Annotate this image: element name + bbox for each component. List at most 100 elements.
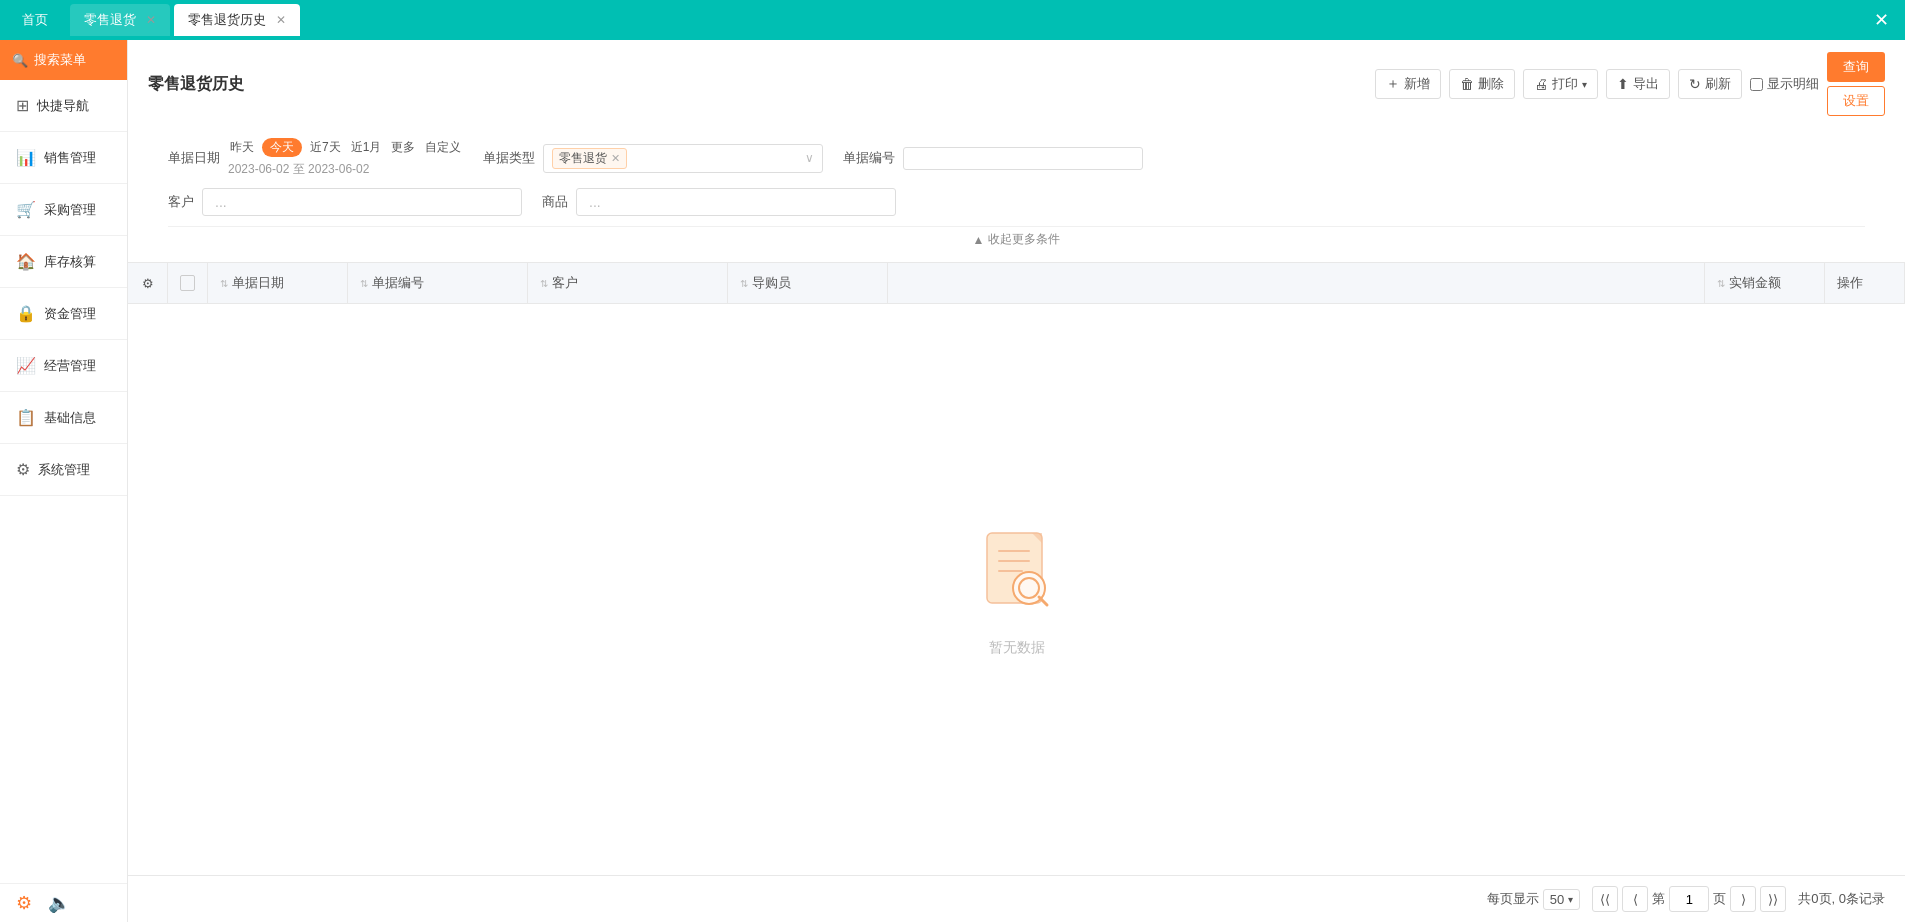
sidebar-item-inventory[interactable]: 🏠 库存核算	[0, 236, 127, 288]
print-label: 打印	[1552, 75, 1578, 93]
tab-retail-return[interactable]: 零售退货 ✕	[70, 4, 170, 36]
volume-icon[interactable]: 🔈	[48, 892, 70, 914]
th-voucher-label: 单据编号	[372, 274, 424, 292]
th-settings[interactable]: ⚙	[128, 263, 168, 303]
voucher-type-tag-box[interactable]: 零售退货 ✕ ∨	[543, 144, 823, 173]
voucher-no-label: 单据编号	[843, 149, 895, 167]
tab-retail-return-history-close[interactable]: ✕	[276, 13, 286, 27]
header-checkbox[interactable]	[180, 275, 195, 291]
settings-bottom-icon[interactable]: ⚙	[16, 892, 32, 914]
page-size-select: 每页显示 50 ▾	[1487, 889, 1580, 910]
th-spacer	[888, 263, 1705, 303]
th-action: 操作	[1825, 263, 1905, 303]
query-button[interactable]: 查询	[1827, 52, 1885, 82]
shortcut-7days[interactable]: 近7天	[308, 138, 343, 157]
page-size-arrow: ▾	[1568, 894, 1573, 905]
setting-button[interactable]: 设置	[1827, 86, 1885, 116]
voucher-type-filter: 单据类型 零售退货 ✕ ∨	[483, 144, 823, 173]
voucher-no-input[interactable]	[903, 147, 1143, 170]
page-title-row: 零售退货历史 ＋ 新增 🗑 删除 🖨 打印 ▾ ⬆ 导出	[148, 52, 1885, 116]
show-detail-checkbox[interactable]	[1750, 78, 1763, 91]
customer-dots[interactable]: ...	[215, 194, 227, 210]
date-shortcuts: 昨天 今天 近7天 近1月 更多 自定义	[228, 138, 463, 157]
goods-filter: 商品 ...	[542, 188, 896, 216]
last-page-button[interactable]: ⟩⟩	[1760, 886, 1786, 912]
page-size-dropdown[interactable]: 50 ▾	[1543, 889, 1580, 910]
filter-row-2: 客户 ... 商品 ...	[168, 188, 1865, 216]
voucher-type-dropdown-arrow[interactable]: ∨	[805, 151, 814, 165]
sidebar-item-basic[interactable]: 📋 基础信息	[0, 392, 127, 444]
delete-icon: 🗑	[1460, 76, 1474, 92]
new-button[interactable]: ＋ 新增	[1375, 69, 1441, 99]
goods-label: 商品	[542, 193, 568, 211]
sidebar-item-sales[interactable]: 📊 销售管理	[0, 132, 127, 184]
search-menu-item[interactable]: 🔍 搜索菜单	[0, 40, 127, 80]
finance-icon: 🔒	[16, 304, 36, 323]
th-customer-sort-icon[interactable]: ⇅	[540, 278, 548, 289]
voucher-type-tag-close[interactable]: ✕	[611, 152, 620, 165]
goods-input-box[interactable]: ...	[576, 188, 896, 216]
customer-filter: 客户 ...	[168, 188, 522, 216]
prev-page-button[interactable]: ⟨	[1622, 886, 1648, 912]
show-detail-checkbox-label[interactable]: 显示明细	[1750, 75, 1819, 93]
page-title: 零售退货历史	[148, 74, 244, 95]
refresh-icon: ↻	[1689, 76, 1701, 92]
th-voucher-sort-icon[interactable]: ⇅	[360, 278, 368, 289]
refresh-button[interactable]: ↻ 刷新	[1678, 69, 1742, 99]
page-nav: ⟨⟨ ⟨ 第 页 ⟩ ⟩⟩	[1592, 886, 1786, 912]
shortcut-custom[interactable]: 自定义	[423, 138, 463, 157]
page-header: 零售退货历史 ＋ 新增 🗑 删除 🖨 打印 ▾ ⬆ 导出	[128, 40, 1905, 263]
collapse-label: 收起更多条件	[988, 231, 1060, 248]
page-label: 第	[1652, 890, 1665, 908]
tab-retail-return-label: 零售退货	[84, 11, 136, 29]
sidebar-item-system[interactable]: ⚙ 系统管理	[0, 444, 127, 496]
th-date-label: 单据日期	[232, 274, 284, 292]
table-header: ⚙ ⇅ 单据日期 ⇅ 单据编号 ⇅ 客户 ⇅ 导购员 ⇅	[128, 263, 1905, 304]
tab-retail-return-history[interactable]: 零售退货历史 ✕	[174, 4, 300, 36]
th-checkbox[interactable]	[168, 263, 208, 303]
th-customer-label: 客户	[552, 274, 578, 292]
first-page-button[interactable]: ⟨⟨	[1592, 886, 1618, 912]
home-tab[interactable]: 首页	[8, 11, 62, 29]
th-guide-label: 导购员	[752, 274, 791, 292]
sidebar-bottom: ⚙ 🔈	[0, 883, 127, 922]
voucher-type-tag-text: 零售退货	[559, 150, 607, 167]
print-icon: 🖨	[1534, 76, 1548, 92]
goods-dots[interactable]: ...	[589, 194, 601, 210]
pagination-bar: 每页显示 50 ▾ ⟨⟨ ⟨ 第 页 ⟩ ⟩⟩ 共0页, 0条记录	[128, 875, 1905, 922]
th-date: ⇅ 单据日期	[208, 263, 348, 303]
page-number-input[interactable]	[1669, 886, 1709, 912]
shortcut-more[interactable]: 更多	[389, 138, 417, 157]
sidebar-item-purchase-label: 采购管理	[44, 201, 96, 219]
sidebar-item-purchase[interactable]: 🛒 采购管理	[0, 184, 127, 236]
print-button[interactable]: 🖨 打印 ▾	[1523, 69, 1598, 99]
export-button[interactable]: ⬆ 导出	[1606, 69, 1670, 99]
sidebar-item-quicknav-label: 快捷导航	[37, 97, 89, 115]
shortcut-1month[interactable]: 近1月	[349, 138, 384, 157]
th-guide: ⇅ 导购员	[728, 263, 888, 303]
sidebar-item-operation[interactable]: 📈 经营管理	[0, 340, 127, 392]
query-setting-group: 查询 设置	[1827, 52, 1885, 116]
shortcut-yesterday[interactable]: 昨天	[228, 138, 256, 157]
page-size-value: 50	[1550, 892, 1564, 907]
th-date-sort-icon[interactable]: ⇅	[220, 278, 228, 289]
collapse-button[interactable]: ▲ 收起更多条件	[973, 231, 1061, 248]
settings-gear-icon[interactable]: ⚙	[142, 276, 154, 291]
th-voucher: ⇅ 单据编号	[348, 263, 528, 303]
inventory-icon: 🏠	[16, 252, 36, 271]
delete-button[interactable]: 🗑 删除	[1449, 69, 1515, 99]
shortcut-today[interactable]: 今天	[262, 138, 302, 157]
window-close-button[interactable]: ✕	[1866, 9, 1897, 31]
next-page-button[interactable]: ⟩	[1730, 886, 1756, 912]
basic-icon: 📋	[16, 408, 36, 427]
th-guide-sort-icon[interactable]: ⇅	[740, 278, 748, 289]
print-dropdown-icon: ▾	[1582, 79, 1587, 90]
customer-input-box[interactable]: ...	[202, 188, 522, 216]
sales-icon: 📊	[16, 148, 36, 167]
th-amount-sort-icon[interactable]: ⇅	[1717, 278, 1725, 289]
tab-retail-return-close[interactable]: ✕	[146, 13, 156, 27]
filter-area: 单据日期 昨天 今天 近7天 近1月 更多 自定义 2023-06-02 至 2…	[148, 128, 1885, 262]
page-total: 共0页, 0条记录	[1798, 890, 1885, 908]
sidebar-item-quicknav[interactable]: ⊞ 快捷导航	[0, 80, 127, 132]
sidebar-item-finance[interactable]: 🔒 资金管理	[0, 288, 127, 340]
